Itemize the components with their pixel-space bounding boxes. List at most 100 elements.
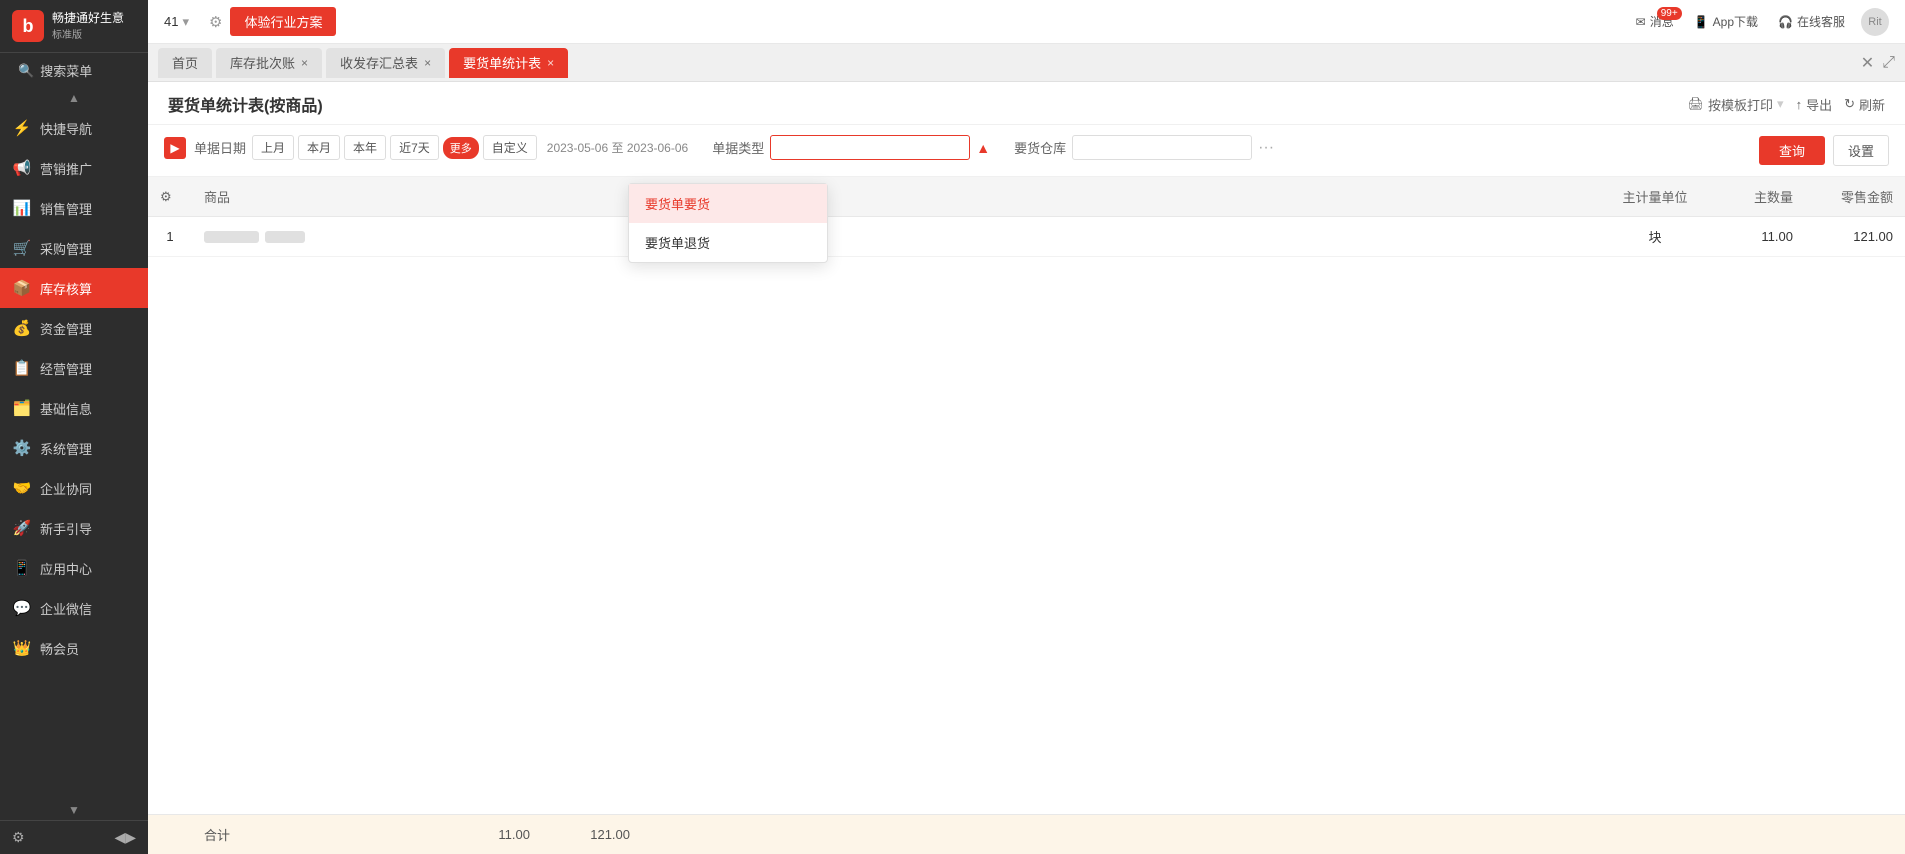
sidebar-item-label: 企业协同 — [40, 479, 92, 498]
footer-qty: 11.00 — [442, 827, 542, 842]
sales-icon: 📊 — [12, 198, 32, 218]
messages-btn[interactable]: ✉ 消息 99+ — [1636, 13, 1674, 30]
custom-btn[interactable]: 自定义 — [483, 135, 537, 160]
headphone-icon: 🎧 — [1778, 15, 1793, 29]
main-content: 41 ▾ ⚙ 体验行业方案 ✉ 消息 99+ 📱 App下载 🎧 在线客服 Ri… — [148, 0, 1905, 854]
placeholder-bar — [265, 231, 305, 243]
col-product-header: 商品 — [192, 177, 1605, 217]
close-all-btn[interactable]: ✕ — [1861, 53, 1874, 73]
message-icon: ✉ — [1636, 15, 1646, 29]
type-input[interactable] — [770, 135, 970, 160]
settings-icon[interactable]: ⚙ — [209, 13, 222, 31]
logo: b 畅捷通好生意 标准版 — [0, 0, 148, 53]
sidebar-item-label: 库存核算 — [40, 279, 92, 298]
sidebar-item-label: 营销推广 — [40, 159, 92, 178]
sidebar-item-marketing[interactable]: 📢 营销推广 — [0, 148, 148, 188]
refresh-label: 刷新 — [1859, 95, 1885, 114]
app-download-btn[interactable]: 📱 App下载 — [1690, 13, 1758, 30]
sidebar-item-label: 企业微信 — [40, 599, 92, 618]
sidebar-item-guide[interactable]: 🚀 新手引导 — [0, 508, 148, 548]
more-icon[interactable]: ··· — [1258, 139, 1274, 157]
row-amount: 121.00 — [1805, 217, 1905, 257]
sidebar-item-label: 新手引导 — [40, 519, 92, 538]
online-service-btn[interactable]: 🎧 在线客服 — [1774, 13, 1845, 30]
sidebar-item-label: 资金管理 — [40, 319, 92, 338]
tab-send-receive-label: 收发存汇总表 — [340, 53, 418, 72]
sidebar-item-inventory[interactable]: 📦 库存核算 — [0, 268, 148, 308]
dropdown-item-order-return[interactable]: 要货单退货 — [629, 223, 827, 262]
tab-close-icon[interactable]: × — [301, 56, 308, 70]
page-actions: 🖨 按模板打印 ▾ ↑ 导出 ↻ 刷新 — [1688, 95, 1886, 114]
dropdown-item-label: 要货单退货 — [645, 236, 710, 251]
sidebar-item-wechat[interactable]: 💬 企业微信 — [0, 588, 148, 628]
sidebar-scroll-up[interactable]: ▲ — [0, 88, 148, 108]
fullscreen-btn[interactable]: ⤢ — [1882, 54, 1895, 72]
tab-close-icon[interactable]: × — [547, 56, 554, 70]
footer-amount: 121.00 — [542, 827, 642, 842]
chevron-up-icon[interactable]: ▲ — [976, 140, 990, 156]
this-year-btn[interactable]: 本年 — [344, 135, 386, 160]
marketing-icon: 📢 — [12, 158, 32, 178]
tab-close-icon[interactable]: × — [424, 56, 431, 70]
more-btn[interactable]: 更多 — [443, 137, 479, 159]
sidebar-item-appstore[interactable]: 📱 应用中心 — [0, 548, 148, 588]
sidebar-item-system[interactable]: ⚙️ 系统管理 — [0, 428, 148, 468]
sidebar-item-quick-nav[interactable]: ⚡ 快捷导航 — [0, 108, 148, 148]
purchase-icon: 🛒 — [12, 238, 32, 258]
tabs-right: ✕ ⤢ — [1861, 53, 1895, 73]
row-product — [192, 217, 1605, 257]
sidebar-item-operations[interactable]: 📋 经营管理 — [0, 348, 148, 388]
sidebar-collapse-btn[interactable]: ◀▶ — [114, 829, 136, 846]
topbar-right: ✉ 消息 99+ 📱 App下载 🎧 在线客服 Rit — [1636, 8, 1889, 36]
dropdown-item-order-goods[interactable]: 要货单要货 — [629, 184, 827, 223]
tab-home[interactable]: 首页 — [158, 48, 212, 78]
tab-order-stats-label: 要货单统计表 — [463, 53, 541, 72]
sidebar-item-label: 采购管理 — [40, 239, 92, 258]
print-btn[interactable]: 🖨 按模板打印 ▾ — [1688, 95, 1784, 114]
last-7-days-btn[interactable]: 近7天 — [390, 135, 439, 160]
sidebar-item-enterprise[interactable]: 🤝 企业协同 — [0, 468, 148, 508]
warehouse-label: 要货仓库 — [1014, 138, 1066, 157]
sidebar-item-sales[interactable]: 📊 销售管理 — [0, 188, 148, 228]
sidebar-item-basic[interactable]: 🗂️ 基础信息 — [0, 388, 148, 428]
wechat-icon: 💬 — [12, 598, 32, 618]
sidebar-item-finance[interactable]: 💰 资金管理 — [0, 308, 148, 348]
search-menu[interactable]: 🔍 搜索菜单 — [0, 53, 148, 88]
row-qty: 11.00 — [1705, 217, 1805, 257]
tab-inventory-batch[interactable]: 库存批次账 × — [216, 48, 322, 78]
search-icon: 🔍 — [18, 63, 34, 79]
operations-icon: 📋 — [12, 358, 32, 378]
type-dropdown: 要货单要货 要货单退货 — [628, 183, 828, 263]
col-settings[interactable]: ⚙ — [148, 177, 192, 217]
tab-order-stats[interactable]: 要货单统计表 × — [449, 48, 568, 78]
table-area: ⚙ 商品 主计量单位 主数量 零售金额 — [148, 177, 1905, 814]
sidebar-footer: ⚙ ◀▶ — [0, 820, 148, 854]
export-btn[interactable]: ↑ 导出 — [1796, 95, 1833, 114]
print-icon: 🖨 — [1688, 96, 1705, 112]
last-month-btn[interactable]: 上月 — [252, 135, 294, 160]
this-month-btn[interactable]: 本月 — [298, 135, 340, 160]
tab-send-receive[interactable]: 收发存汇总表 × — [326, 48, 445, 78]
setting-btn[interactable]: 设置 — [1833, 135, 1889, 166]
warehouse-input[interactable] — [1072, 135, 1252, 160]
sidebar-scroll-down[interactable]: ▼ — [0, 800, 148, 820]
sidebar-settings-btn[interactable]: ⚙ — [12, 829, 25, 846]
col-amount-header: 零售金额 — [1805, 177, 1905, 217]
refresh-btn[interactable]: ↻ 刷新 — [1844, 95, 1885, 114]
sidebar-item-label: 畅会员 — [40, 639, 79, 658]
date-range: 2023-05-06 至 2023-06-06 — [547, 139, 688, 156]
avatar[interactable]: Rit — [1861, 8, 1889, 36]
topbar-account[interactable]: 41 ▾ — [164, 14, 193, 30]
date-buttons: 上月 本月 本年 近7天 更多 自定义 — [252, 135, 537, 160]
product-placeholder — [204, 231, 1593, 243]
chevron-down-icon: ▾ — [1777, 96, 1784, 112]
sidebar-item-purchase[interactable]: 🛒 采购管理 — [0, 228, 148, 268]
filter-expand-btn[interactable]: ▶ — [164, 137, 186, 159]
app-download-label: App下载 — [1713, 13, 1758, 30]
page-title: 要货单统计表(按商品) — [168, 92, 323, 116]
export-icon: ↑ — [1796, 97, 1803, 112]
query-btn[interactable]: 查询 — [1759, 136, 1825, 165]
warehouse-filter-group: 要货仓库 ··· — [1014, 135, 1274, 160]
trial-btn[interactable]: 体验行业方案 — [230, 7, 336, 36]
sidebar-item-member[interactable]: 👑 畅会员 — [0, 628, 148, 668]
